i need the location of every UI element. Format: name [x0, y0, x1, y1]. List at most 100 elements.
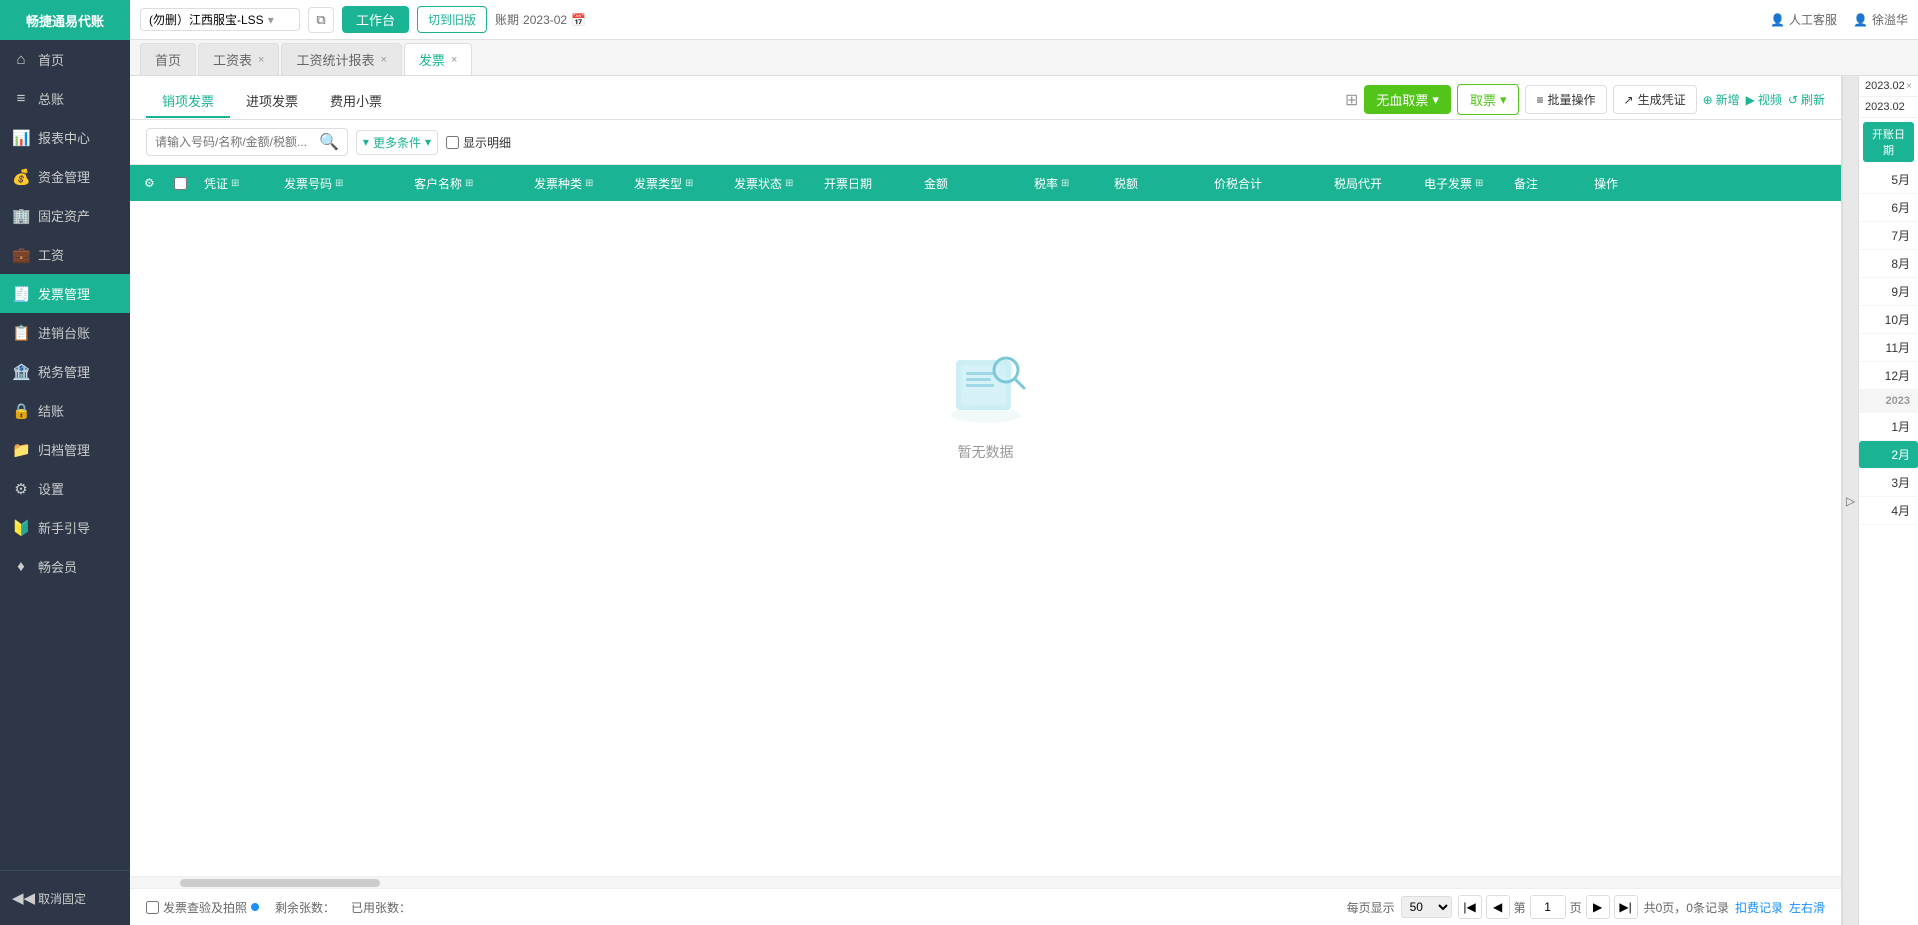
h-scroll-thumb[interactable]	[180, 879, 380, 887]
last-page-btn[interactable]: ▶|	[1614, 895, 1638, 919]
video-btn[interactable]: ▶ 视频	[1746, 91, 1782, 108]
th-invoice-no-filter-icon[interactable]: ⊞	[335, 178, 343, 189]
tab-salary-report-close[interactable]: ×	[380, 54, 386, 66]
search-icon[interactable]: 🔍	[319, 132, 339, 152]
prev-page-btn[interactable]: ◀	[1486, 895, 1510, 919]
next-page-btn[interactable]: ▶	[1586, 895, 1610, 919]
sidebar-item-pin[interactable]: ◀◀ 取消固定	[0, 879, 130, 917]
month-item-9[interactable]: 1月	[1859, 413, 1918, 441]
page-input[interactable]	[1530, 895, 1566, 919]
tab-salary[interactable]: 工资表 ×	[198, 43, 279, 75]
month-item-10[interactable]: 2月	[1859, 441, 1918, 469]
tab-invoice[interactable]: 发票 ×	[404, 43, 472, 75]
tab-invoice-close[interactable]: ×	[451, 54, 457, 66]
copy-button[interactable]: ⧉	[308, 7, 334, 33]
th-tax-code: 税局代开	[1328, 175, 1418, 192]
generate-voucher-btn[interactable]: ↗ 生成凭证	[1613, 85, 1697, 114]
sub-tab-sales-invoice[interactable]: 销项发票	[146, 85, 230, 118]
batch-ops-btn[interactable]: ≡ 批量操作	[1525, 85, 1606, 114]
sidebar-item-reports[interactable]: 📊 报表中心	[0, 118, 130, 157]
date-entry-0-close[interactable]: ×	[1906, 81, 1912, 92]
scroll-help-link[interactable]: 左右滑	[1789, 899, 1825, 916]
sidebar-item-ledger[interactable]: ≡ 总账	[0, 79, 130, 118]
no-cancel-btn[interactable]: 无血取票 ▾	[1364, 85, 1451, 114]
switch-button[interactable]: 切到旧版	[417, 6, 487, 33]
video-icon: ▶	[1746, 93, 1755, 107]
month-item-1[interactable]: 6月	[1859, 194, 1918, 222]
first-page-btn[interactable]: |◀	[1458, 895, 1482, 919]
sidebar-item-invoice[interactable]: 🧾 发票管理	[0, 274, 130, 313]
sidebar-item-tax[interactable]: 🏦 税务管理	[0, 352, 130, 391]
sidebar-item-settings[interactable]: ⚙ 设置	[0, 469, 130, 508]
th-voucher-filter-icon[interactable]: ⊞	[231, 178, 239, 189]
sidebar-item-member[interactable]: ♦ 畅会员	[0, 547, 130, 586]
refresh-btn[interactable]: ↺ 刷新	[1788, 91, 1825, 108]
sidebar-item-home[interactable]: ⌂ 首页	[0, 40, 130, 79]
username-label: 徐溢华	[1872, 11, 1908, 28]
select-all-checkbox[interactable]	[174, 177, 187, 190]
month-item-7[interactable]: 12月	[1859, 362, 1918, 390]
sidebar-item-assets[interactable]: 🏢 固定资产	[0, 196, 130, 235]
th-tax-rate-filter-icon[interactable]: ⊞	[1061, 178, 1069, 189]
take-ticket-btn[interactable]: 取票 ▾	[1457, 84, 1520, 115]
th-status-filter-icon[interactable]: ⊞	[785, 178, 793, 189]
th-electronic-filter-icon[interactable]: ⊞	[1475, 178, 1483, 189]
sidebar-item-salary[interactable]: 💼 工资	[0, 235, 130, 274]
per-page-select[interactable]: 50 100	[1401, 896, 1452, 918]
month-item-4[interactable]: 9月	[1859, 278, 1918, 306]
tab-home[interactable]: 首页	[140, 43, 196, 75]
page-label-post: 页	[1570, 899, 1582, 916]
th-settings[interactable]: ⚙	[138, 176, 168, 190]
sidebar-item-archive[interactable]: 📁 归档管理	[0, 430, 130, 469]
take-ticket-arrow: ▾	[1500, 92, 1507, 108]
show-detail-label[interactable]: 显示明细	[446, 134, 511, 151]
th-invoice-type-filter-icon[interactable]: ⊞	[585, 178, 593, 189]
month-item-3[interactable]: 8月	[1859, 250, 1918, 278]
user-menu[interactable]: 👤 徐溢华	[1853, 11, 1908, 28]
month-item-2[interactable]: 7月	[1859, 222, 1918, 250]
month-item-8[interactable]: 2023	[1859, 390, 1918, 413]
th-total: 价税合计	[1208, 175, 1328, 192]
fee-record-link[interactable]: 扣费记录	[1735, 899, 1783, 916]
month-item-6[interactable]: 11月	[1859, 334, 1918, 362]
grid-icon[interactable]: ⊞	[1345, 90, 1358, 110]
date-entry-1[interactable]: 2023.02	[1859, 97, 1918, 118]
workspace-button[interactable]: 工作台	[342, 6, 409, 33]
h-scroll[interactable]	[130, 876, 1841, 888]
month-item-12[interactable]: 4月	[1859, 497, 1918, 525]
search-input[interactable]	[155, 135, 315, 149]
th-customer-filter-icon[interactable]: ⊞	[465, 178, 473, 189]
sidebar-item-sales[interactable]: 📋 进销台账	[0, 313, 130, 352]
th-invoice-cat-filter-icon[interactable]: ⊞	[685, 178, 693, 189]
tab-salary-close[interactable]: ×	[258, 54, 264, 66]
search-filter-bar: 🔍 ▾ 更多条件 ▾ 显示明细	[130, 120, 1841, 165]
more-filter-btn[interactable]: ▾ 更多条件 ▾	[356, 130, 438, 155]
sidebar-item-guide[interactable]: 🔰 新手引导	[0, 508, 130, 547]
open-period-btn[interactable]: 开账日期	[1863, 122, 1914, 162]
show-detail-checkbox[interactable]	[446, 136, 459, 149]
company-selector[interactable]: (勿删）江西服宝-LSS ▾	[140, 8, 300, 31]
assets-icon: 🏢	[12, 207, 30, 225]
date-panel-toggle[interactable]: ▷	[1842, 76, 1858, 925]
sub-tab-expense-receipt[interactable]: 费用小票	[314, 85, 398, 118]
page-content: 销项发票 进项发票 费用小票 ⊞ 无血取票 ▾ 取票	[130, 76, 1918, 925]
sub-tab-purchase-invoice[interactable]: 进项发票	[230, 85, 314, 118]
top-header: (勿删）江西服宝-LSS ▾ ⧉ 工作台 切到旧版 账期 2023-02 📅 👤…	[130, 0, 1918, 40]
month-item-11[interactable]: 3月	[1859, 469, 1918, 497]
tab-salary-report[interactable]: 工资统计报表 ×	[281, 43, 401, 75]
page-label-pre: 第	[1514, 899, 1526, 916]
invoice-check-checkbox[interactable]	[146, 901, 159, 914]
month-item-5[interactable]: 10月	[1859, 306, 1918, 334]
sidebar-item-funds[interactable]: 💰 资金管理	[0, 157, 130, 196]
search-box[interactable]: 🔍	[146, 128, 348, 156]
date-entry-0[interactable]: 2023.02 ×	[1859, 76, 1918, 97]
th-operation: 操作	[1588, 175, 1668, 192]
home-icon: ⌂	[12, 51, 30, 68]
sidebar-label-funds: 资金管理	[38, 167, 90, 186]
th-check[interactable]	[168, 177, 198, 190]
month-item-0[interactable]: 5月	[1859, 166, 1918, 194]
sidebar-item-closing[interactable]: 🔒 结账	[0, 391, 130, 430]
customer-service-btn[interactable]: 👤 人工客服	[1770, 11, 1837, 28]
invoice-check[interactable]: 发票查验及拍照	[146, 899, 259, 916]
new-btn[interactable]: ⊕ 新增	[1703, 91, 1740, 108]
